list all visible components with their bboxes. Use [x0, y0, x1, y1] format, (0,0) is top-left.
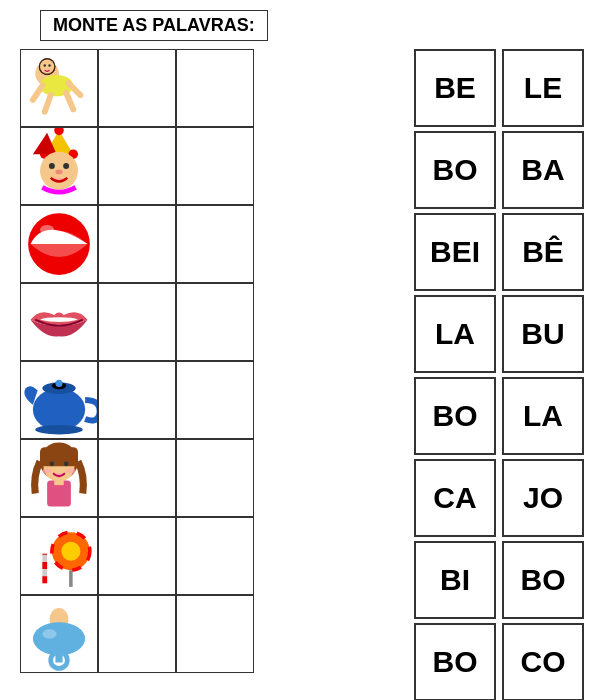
svg-rect-46	[55, 653, 62, 663]
tile-row-8: BO CO	[414, 623, 584, 700]
tile-BE-hat[interactable]: BÊ	[502, 213, 584, 291]
svg-point-41	[61, 542, 80, 561]
svg-point-26	[55, 380, 62, 387]
table-row	[20, 517, 254, 595]
empty-cell	[98, 283, 176, 361]
pacifier-icon	[21, 596, 97, 672]
empty-cell	[98, 49, 176, 127]
svg-point-34	[66, 469, 76, 474]
svg-line-11	[45, 95, 51, 112]
image-cell-ball	[20, 205, 98, 283]
image-cell-pacifier	[20, 595, 98, 673]
tile-LA-1[interactable]: LA	[414, 295, 496, 373]
tile-BU[interactable]: BU	[502, 295, 584, 373]
teapot-icon	[21, 362, 97, 438]
svg-point-20	[55, 170, 62, 175]
empty-cell	[98, 517, 176, 595]
svg-point-23	[33, 388, 85, 431]
tile-BO-4[interactable]: BO	[414, 623, 496, 700]
empty-cell	[176, 283, 254, 361]
empty-cell	[176, 517, 254, 595]
table-row	[20, 595, 254, 673]
empty-cell	[176, 205, 254, 283]
baby-icon	[21, 50, 97, 126]
svg-point-31	[50, 461, 55, 466]
page-title: MONTE AS PALAVRAS:	[40, 10, 268, 41]
svg-point-27	[35, 425, 83, 435]
empty-cell	[98, 361, 176, 439]
table-row	[20, 127, 254, 205]
image-cell-girl	[20, 439, 98, 517]
tile-row-1: BE LE	[414, 49, 584, 127]
empty-cell	[176, 439, 254, 517]
page: MONTE AS PALAVRAS:	[0, 0, 604, 700]
svg-point-13	[54, 128, 64, 135]
table-row	[20, 439, 254, 517]
tile-BE[interactable]: BE	[414, 49, 496, 127]
table-row	[20, 49, 254, 127]
svg-point-22	[40, 225, 54, 235]
empty-cell	[98, 205, 176, 283]
table-row	[20, 205, 254, 283]
lips-icon	[21, 284, 97, 360]
tile-BO-3[interactable]: BO	[502, 541, 584, 619]
tile-BO-1[interactable]: BO	[414, 131, 496, 209]
svg-point-19	[63, 163, 69, 169]
empty-cell	[176, 361, 254, 439]
empty-cell	[176, 595, 254, 673]
candy-icon	[21, 518, 97, 594]
right-section: BE LE BO BA BEI BÊ LA BU BO LA CA JO	[394, 49, 584, 700]
empty-cell	[98, 127, 176, 205]
tile-row-6: CA JO	[414, 459, 584, 537]
tile-row-5: BO LA	[414, 377, 584, 455]
tile-row-7: BI BO	[414, 541, 584, 619]
svg-point-18	[49, 163, 55, 169]
svg-point-5	[44, 64, 46, 66]
svg-point-47	[42, 629, 56, 639]
ball-icon	[21, 206, 97, 282]
svg-point-33	[42, 469, 52, 474]
jester-icon	[21, 128, 97, 204]
tile-row-3: BEI BÊ	[414, 213, 584, 291]
empty-cell	[176, 127, 254, 205]
tile-BO-2[interactable]: BO	[414, 377, 496, 455]
main-content: BE LE BO BA BEI BÊ LA BU BO LA CA JO	[10, 49, 594, 700]
tile-BA[interactable]: BA	[502, 131, 584, 209]
tile-CO[interactable]: CO	[502, 623, 584, 700]
svg-line-8	[33, 86, 43, 100]
svg-rect-30	[40, 447, 78, 466]
svg-point-32	[64, 461, 69, 466]
svg-line-10	[66, 93, 73, 110]
girl-icon	[21, 440, 97, 516]
tile-JO[interactable]: JO	[502, 459, 584, 537]
tile-LA-2[interactable]: LA	[502, 377, 584, 455]
tile-row-4: LA BU	[414, 295, 584, 373]
empty-cell	[176, 49, 254, 127]
image-cell-baby	[20, 49, 98, 127]
empty-cell	[98, 595, 176, 673]
svg-rect-36	[54, 479, 64, 485]
svg-line-9	[69, 83, 81, 95]
image-cell-candy	[20, 517, 98, 595]
tile-row-2: BO BA	[414, 131, 584, 209]
tile-CA[interactable]: CA	[414, 459, 496, 537]
left-section	[20, 49, 254, 700]
tile-BEI[interactable]: BEI	[414, 213, 496, 291]
table-row	[20, 361, 254, 439]
tile-BI[interactable]: BI	[414, 541, 496, 619]
empty-cell	[98, 439, 176, 517]
table-row	[20, 283, 254, 361]
image-cell-lips	[20, 283, 98, 361]
image-cell-teapot	[20, 361, 98, 439]
tile-LE[interactable]: LE	[502, 49, 584, 127]
svg-point-6	[48, 64, 50, 66]
image-cell-jester	[20, 127, 98, 205]
